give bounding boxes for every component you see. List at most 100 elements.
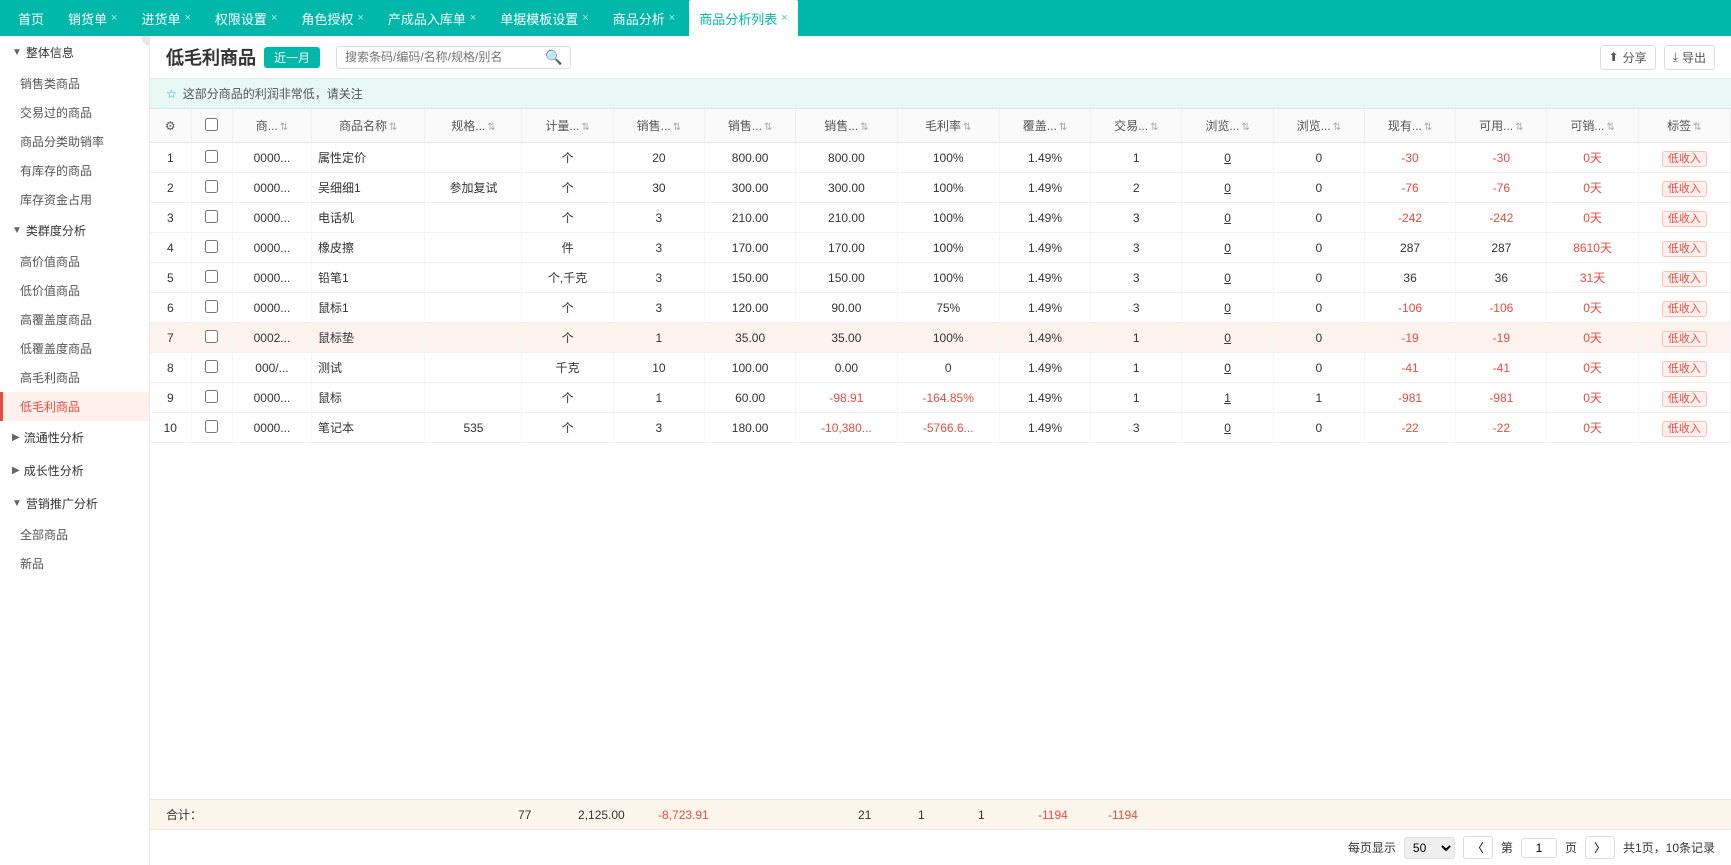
browse1-link[interactable]: 0 xyxy=(1224,271,1231,285)
close-icon[interactable]: × xyxy=(781,12,787,24)
sidebar-item-高价值商品[interactable]: 高价值商品 xyxy=(0,247,149,276)
nav-item-商品分析列表[interactable]: 商品分析列表× xyxy=(689,0,797,36)
sort-icon-available_stock[interactable]: ⇅ xyxy=(1515,122,1523,133)
prev-page-button[interactable]: 〈 xyxy=(1463,836,1493,859)
close-icon[interactable]: × xyxy=(271,12,277,24)
col-header-settings[interactable]: ⚙ xyxy=(150,109,191,143)
sort-icon-sales_amount[interactable]: ⇅ xyxy=(860,122,868,133)
sidebar-item-低价值商品[interactable]: 低价值商品 xyxy=(0,276,149,305)
col-header-tag[interactable]: 标签⇅ xyxy=(1638,109,1730,143)
next-page-button[interactable]: 〉 xyxy=(1585,836,1615,859)
browse1-link[interactable]: 0 xyxy=(1224,421,1231,435)
close-icon[interactable]: × xyxy=(184,12,190,24)
browse1-link[interactable]: 0 xyxy=(1224,301,1231,315)
nav-item-销货单[interactable]: 销货单× xyxy=(58,0,127,36)
browse1-link[interactable]: 0 xyxy=(1224,211,1231,225)
col-header-trade_count[interactable]: 交易...⇅ xyxy=(1091,109,1182,143)
nav-item-产成品入库单[interactable]: 产成品入库单× xyxy=(378,0,486,36)
row-code: 0000... xyxy=(232,413,311,443)
sidebar-group-整体信息[interactable]: ▼整体信息 xyxy=(0,36,149,69)
nav-item-首页[interactable]: 首页 xyxy=(8,0,54,36)
arrow-icon: ▶ xyxy=(12,432,20,443)
browse1-link[interactable]: 0 xyxy=(1224,151,1231,165)
col-header-available_stock[interactable]: 可用...⇅ xyxy=(1456,109,1547,143)
sort-icon-spec[interactable]: ⇅ xyxy=(487,122,495,133)
sidebar-group-成长性分析[interactable]: ▶成长性分析 xyxy=(0,454,149,487)
page-size-select[interactable]: 50 20 100 xyxy=(1404,837,1455,859)
sidebar-item-交易过的商品[interactable]: 交易过的商品 xyxy=(0,98,149,127)
sort-icon-sales_qty[interactable]: ⇅ xyxy=(673,122,681,133)
sort-icon-browse2[interactable]: ⇅ xyxy=(1333,122,1341,133)
sidebar-item-全部商品[interactable]: 全部商品 xyxy=(0,520,149,549)
sort-icon-gross_margin[interactable]: ⇅ xyxy=(963,122,971,133)
browse1-link[interactable]: 0 xyxy=(1224,331,1231,345)
row-checkbox[interactable] xyxy=(205,360,218,373)
close-icon[interactable]: × xyxy=(111,12,117,24)
sort-icon-trade_count[interactable]: ⇅ xyxy=(1150,122,1158,133)
browse1-link[interactable]: 0 xyxy=(1224,181,1231,195)
row-checkbox[interactable] xyxy=(205,150,218,163)
col-header-checkbox[interactable] xyxy=(191,109,232,143)
row-checkbox[interactable] xyxy=(205,390,218,403)
filter-button[interactable]: 近一月 xyxy=(264,47,320,68)
sort-icon-tag[interactable]: ⇅ xyxy=(1693,122,1701,133)
sidebar-group-营销推广分析[interactable]: ▼营销推广分析 xyxy=(0,487,149,520)
close-icon[interactable]: × xyxy=(357,12,363,24)
select-all-checkbox[interactable] xyxy=(205,118,218,131)
export-button[interactable]: ⤓ 导出 xyxy=(1664,45,1715,70)
sort-icon-coverage[interactable]: ⇅ xyxy=(1059,122,1067,133)
sidebar-group-类群度分析[interactable]: ▼类群度分析 xyxy=(0,214,149,247)
col-header-sales_price[interactable]: 销售...⇅ xyxy=(705,109,796,143)
row-checkbox[interactable] xyxy=(205,300,218,313)
col-header-sales_amount[interactable]: 销售...⇅ xyxy=(796,109,897,143)
row-checkbox[interactable] xyxy=(205,180,218,193)
sidebar-item-高覆盖度商品[interactable]: 高覆盖度商品 xyxy=(0,305,149,334)
sidebar-item-商品分类助销率[interactable]: 商品分类助销率 xyxy=(0,127,149,156)
sort-icon-name[interactable]: ⇅ xyxy=(389,122,397,133)
sort-icon-browse1[interactable]: ⇅ xyxy=(1241,122,1249,133)
close-icon[interactable]: × xyxy=(669,12,675,24)
search-input[interactable] xyxy=(345,50,545,64)
col-header-name[interactable]: 商品名称⇅ xyxy=(311,109,425,143)
sort-icon-unit[interactable]: ⇅ xyxy=(581,122,589,133)
row-checkbox[interactable] xyxy=(205,270,218,283)
nav-item-商品分析[interactable]: 商品分析× xyxy=(603,0,685,36)
close-icon[interactable]: × xyxy=(470,12,476,24)
sidebar-group-流通性分析[interactable]: ▶流通性分析 xyxy=(0,421,149,454)
share-button[interactable]: ⬆ 分享 xyxy=(1600,45,1656,70)
col-header-gross_margin[interactable]: 毛利率⇅ xyxy=(897,109,999,143)
browse1-link[interactable]: 0 xyxy=(1224,361,1231,375)
browse1-link[interactable]: 1 xyxy=(1224,391,1231,405)
col-header-current_stock[interactable]: 现有...⇅ xyxy=(1364,109,1455,143)
col-header-spec[interactable]: 规格...⇅ xyxy=(425,109,522,143)
sort-icon-sellable_days[interactable]: ⇅ xyxy=(1606,122,1614,133)
col-header-unit[interactable]: 计量...⇅ xyxy=(522,109,613,143)
sidebar-item-高毛利商品[interactable]: 高毛利商品 xyxy=(0,363,149,392)
page-input[interactable] xyxy=(1521,838,1557,858)
col-header-sales_qty[interactable]: 销售...⇅ xyxy=(613,109,704,143)
row-checkbox[interactable] xyxy=(205,420,218,433)
sidebar-item-销售类商品[interactable]: 销售类商品 xyxy=(0,69,149,98)
nav-item-权限设置[interactable]: 权限设置× xyxy=(205,0,287,36)
col-header-code[interactable]: 商...⇅ xyxy=(232,109,311,143)
browse1-link[interactable]: 0 xyxy=(1224,241,1231,255)
row-checkbox[interactable] xyxy=(205,330,218,343)
sidebar-item-低毛利商品[interactable]: 低毛利商品 xyxy=(0,392,149,421)
col-header-browse1[interactable]: 浏览...⇅ xyxy=(1182,109,1273,143)
sidebar-item-低覆盖度商品[interactable]: 低覆盖度商品 xyxy=(0,334,149,363)
row-checkbox[interactable] xyxy=(205,240,218,253)
row-checkbox[interactable] xyxy=(205,210,218,223)
nav-item-进货单[interactable]: 进货单× xyxy=(131,0,200,36)
col-header-coverage[interactable]: 覆盖...⇅ xyxy=(999,109,1090,143)
sidebar-item-新品[interactable]: 新品 xyxy=(0,549,149,578)
close-icon[interactable]: × xyxy=(582,12,588,24)
sort-icon-code[interactable]: ⇅ xyxy=(280,122,288,133)
sort-icon-sales_price[interactable]: ⇅ xyxy=(764,122,772,133)
nav-item-单据模板设置[interactable]: 单据模板设置× xyxy=(490,0,598,36)
sidebar-item-有库存的商品[interactable]: 有库存的商品 xyxy=(0,156,149,185)
sidebar-item-库存资金占用[interactable]: 库存资金占用 xyxy=(0,185,149,214)
col-header-sellable_days[interactable]: 可销...⇅ xyxy=(1547,109,1638,143)
col-header-browse2[interactable]: 浏览...⇅ xyxy=(1273,109,1364,143)
nav-item-角色授权[interactable]: 角色授权× xyxy=(291,0,373,36)
sort-icon-current_stock[interactable]: ⇅ xyxy=(1424,122,1432,133)
